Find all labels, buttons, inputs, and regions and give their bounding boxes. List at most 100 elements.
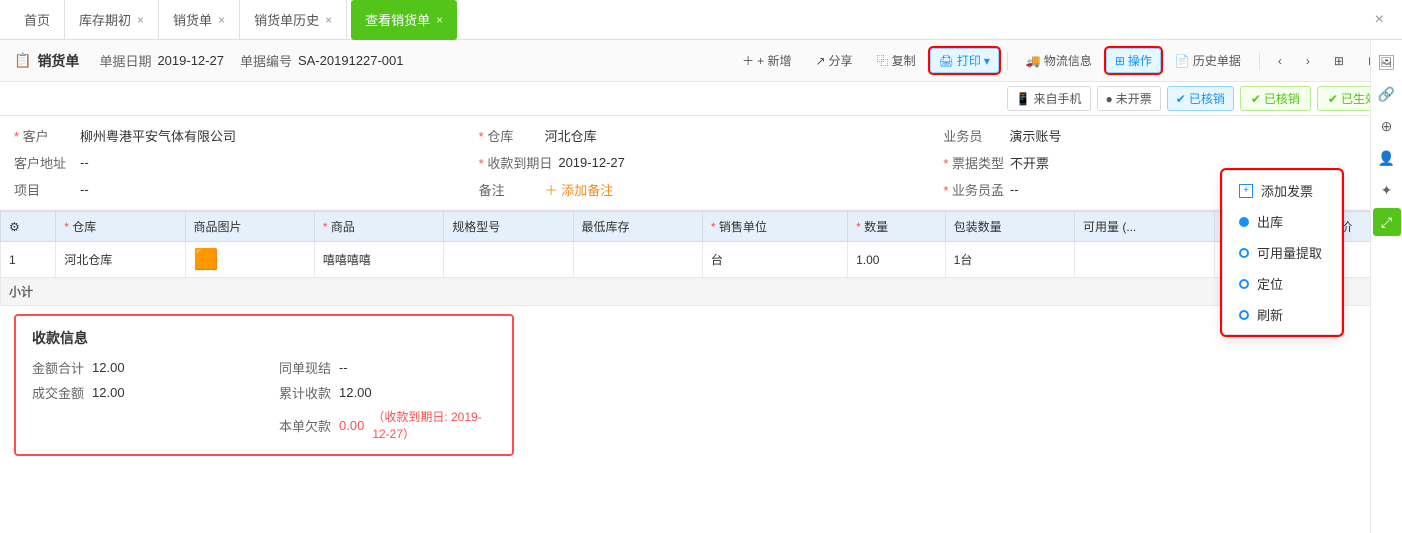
col-min-stock: 最低库存	[573, 212, 702, 242]
transaction-value: 12.00	[92, 385, 125, 400]
transaction-row: 成交金额 12.00	[32, 383, 249, 402]
history-icon: 📄	[1175, 54, 1190, 68]
share-icon: ↗	[815, 54, 825, 68]
cell-available	[1074, 242, 1214, 278]
logistics-button[interactable]: 🚚 物流信息	[1016, 48, 1102, 73]
close-sales-history[interactable]: ×	[325, 13, 332, 27]
add-invoice-icon: +	[1239, 184, 1253, 198]
phone-icon: 📱	[1016, 92, 1031, 106]
total-amount-label: 金额合计	[32, 358, 84, 377]
print-button[interactable]: 🖨 打印 ▾	[930, 48, 999, 73]
total-amount-row: 金额合计 12.00	[32, 358, 249, 377]
ticket-type-label: 票据类型	[943, 153, 1004, 172]
history-button[interactable]: 📄 历史单据	[1165, 48, 1251, 73]
cell-no: 1	[1, 242, 56, 278]
note-add[interactable]: ＋ 添加备注	[545, 180, 614, 199]
main-area: 📋 销货单 单据日期 2019-12-27 单据编号 SA-20191227-0…	[0, 40, 1402, 533]
check-icon: ✔	[1176, 92, 1186, 106]
sales-emp-value: --	[1010, 182, 1019, 197]
cumulative-row: 累计收款 12.00	[279, 383, 496, 402]
tab-home[interactable]: 首页	[10, 0, 65, 40]
address-row: 客户地址 --	[14, 153, 459, 172]
same-order-value: --	[339, 360, 348, 375]
doc-number-item: 单据编号 SA-20191227-001	[240, 51, 404, 70]
dropdown-outbound[interactable]: 出库	[1223, 206, 1341, 237]
toolbar-divider	[1007, 52, 1008, 70]
copy-icon: ⿻	[877, 52, 889, 69]
add-button[interactable]: ＋ + 新增	[732, 48, 801, 73]
close-sales-order[interactable]: ×	[218, 13, 225, 27]
col-unit: 销售单位	[702, 212, 847, 242]
warehouse-label: 仓库	[479, 126, 539, 145]
next-button[interactable]: ›	[1296, 50, 1320, 72]
transaction-label: 成交金额	[32, 383, 84, 402]
from-phone-button[interactable]: 📱 来自手机	[1007, 86, 1091, 111]
copy-button[interactable]: ⿻ 复制	[867, 48, 926, 73]
sidebar-at-icon[interactable]: ⊕	[1373, 112, 1401, 140]
dropdown-refresh[interactable]: 刷新	[1223, 299, 1341, 330]
cell-product: 嘻嘻嘻嘻	[314, 242, 443, 278]
employee-label: 业务员	[943, 126, 1003, 145]
prev-button[interactable]: ‹	[1268, 50, 1292, 72]
col-image: 商品图片	[185, 212, 314, 242]
balance-row: 本单欠款 0.00 （收款到期日: 2019-12-27）	[279, 408, 496, 442]
balance-note: （收款到期日: 2019-12-27）	[372, 408, 496, 442]
note-label: 备注	[479, 180, 539, 199]
table-header-row: ⚙ 仓库 商品图片 商品 规格型号 最低库存 销售单位 数量 包装数量 可用量 …	[1, 212, 1402, 242]
payment-info-box: 收款信息 金额合计 12.00 成交金额 12.00 同单现结 -- 累计收款	[14, 314, 514, 456]
share-button[interactable]: ↗ 分享	[805, 48, 862, 73]
payment-right: 同单现结 -- 累计收款 12.00 本单欠款 0.00 （收款到期日: 201…	[279, 358, 496, 442]
sidebar-star-icon[interactable]: ✦	[1373, 176, 1401, 204]
cumulative-label: 累计收款	[279, 383, 331, 402]
operation-button[interactable]: ⊞ 操作	[1106, 48, 1161, 73]
cell-spec	[444, 242, 573, 278]
same-order-row: 同单现结 --	[279, 358, 496, 377]
col-package: 包装数量	[945, 212, 1074, 242]
sidebar-link-icon[interactable]: 🔗	[1373, 80, 1401, 108]
cell-unit: 台	[702, 242, 847, 278]
sold-check-icon: ✔	[1251, 92, 1261, 106]
dropdown-locate[interactable]: 定位	[1223, 268, 1341, 299]
col-settings[interactable]: ⚙	[1, 212, 56, 242]
project-label: 项目	[14, 180, 74, 199]
col-spec: 规格型号	[444, 212, 573, 242]
operation-icon: ⊞	[1115, 54, 1125, 68]
check-button[interactable]: ✔ 已核销	[1167, 86, 1234, 111]
sidebar-expand-icon[interactable]: ⤢	[1373, 208, 1401, 236]
address-label: 客户地址	[14, 153, 74, 172]
dropdown-available-qty[interactable]: 可用量提取	[1223, 237, 1341, 268]
dropdown-add-invoice[interactable]: + 添加发票	[1223, 175, 1341, 206]
address-value: --	[80, 155, 89, 170]
ticket-icon: ●	[1106, 92, 1113, 106]
doc-meta: 单据日期 2019-12-27 单据编号 SA-20191227-001	[99, 51, 732, 70]
sidebar-image-icon[interactable]: 🖼	[1373, 48, 1401, 76]
payment-title: 收款信息	[32, 328, 496, 348]
tab-inventory-init[interactable]: 库存期初 ×	[65, 0, 159, 40]
employee-row: 业务员 演示账号	[943, 126, 1388, 145]
cell-image: 🟧	[185, 242, 314, 278]
close-all-tabs[interactable]: ×	[1367, 11, 1392, 29]
employee-value: 演示账号	[1009, 126, 1061, 145]
tab-sales-order[interactable]: 销货单 ×	[159, 0, 240, 40]
warehouse-value: 河北仓库	[545, 126, 597, 145]
grid-view-button[interactable]: ⊞	[1324, 50, 1354, 72]
sold-button[interactable]: ✔ 已核销	[1240, 86, 1311, 111]
sales-emp-label: 业务员孟	[943, 180, 1004, 199]
col-available: 可用量 (...	[1074, 212, 1214, 242]
close-view-sales[interactable]: ×	[436, 13, 443, 27]
cell-warehouse: 河北仓库	[56, 242, 185, 278]
sidebar-user-icon[interactable]: 👤	[1373, 144, 1401, 172]
close-inventory-init[interactable]: ×	[137, 13, 144, 27]
logistics-icon: 🚚	[1026, 54, 1041, 68]
table-row: 1 河北仓库 🟧 嘻嘻嘻嘻 台 1.00 1台 12.00 0.	[1, 242, 1402, 278]
product-table: ⚙ 仓库 商品图片 商品 规格型号 最低库存 销售单位 数量 包装数量 可用量 …	[0, 211, 1402, 306]
add-icon: ＋	[742, 52, 754, 69]
warehouse-row: 仓库 河北仓库	[479, 126, 924, 145]
locate-icon	[1239, 279, 1249, 289]
total-amount-value: 12.00	[92, 360, 125, 375]
tab-view-sales[interactable]: 查看销货单 ×	[351, 0, 457, 40]
outbound-icon	[1239, 217, 1249, 227]
tab-sales-history[interactable]: 销货单历史 ×	[240, 0, 347, 40]
not-open-button[interactable]: ● 未开票	[1097, 86, 1161, 111]
tab-bar: 首页 库存期初 × 销货单 × 销货单历史 × 查看销货单 × ×	[0, 0, 1402, 40]
